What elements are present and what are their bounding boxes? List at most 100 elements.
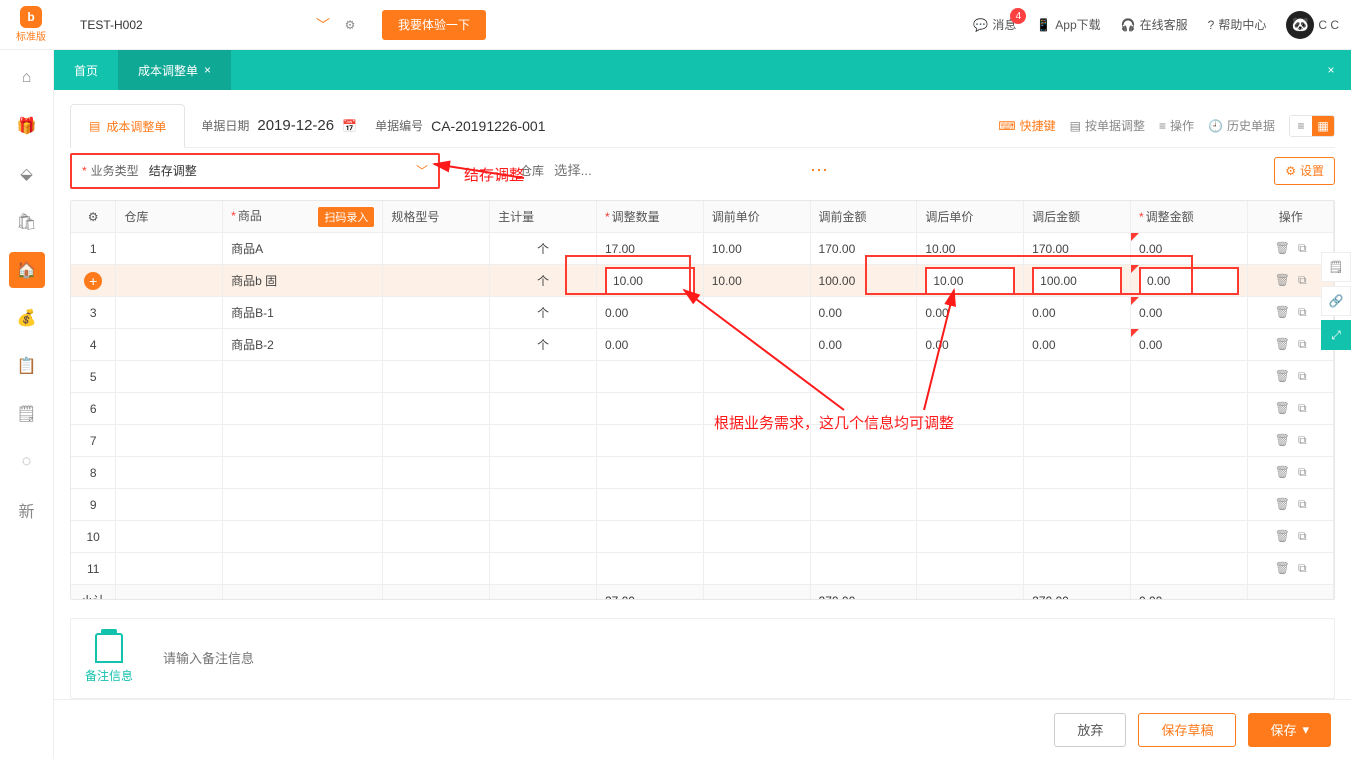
- copy-icon[interactable]: ⧉: [1298, 273, 1307, 287]
- table-row[interactable]: 6🗑⧉: [71, 393, 1334, 425]
- delete-icon[interactable]: 🗑: [1275, 497, 1290, 511]
- th-qty[interactable]: *调整数量: [596, 201, 703, 233]
- delete-icon[interactable]: 🗑: [1275, 433, 1290, 447]
- nav-ring-icon[interactable]: ◌: [9, 444, 45, 480]
- delete-icon[interactable]: 🗑: [1275, 561, 1290, 575]
- cell-warehouse[interactable]: [116, 489, 223, 521]
- cell-post-amt[interactable]: [1024, 457, 1131, 489]
- cell-pre-price[interactable]: [703, 553, 810, 585]
- dock-link-icon[interactable]: 🔗: [1321, 286, 1351, 316]
- th-warehouse[interactable]: 仓库: [116, 201, 223, 233]
- calendar-icon[interactable]: 📅: [342, 119, 357, 133]
- cell-warehouse[interactable]: [116, 233, 223, 265]
- cell-post-price[interactable]: [917, 457, 1024, 489]
- cell-product[interactable]: 商品B-1: [223, 297, 383, 329]
- cell-pre-price[interactable]: [703, 457, 810, 489]
- cell-pre-amt[interactable]: 100.00: [810, 265, 917, 297]
- cell-product[interactable]: [223, 361, 383, 393]
- copy-icon[interactable]: ⧉: [1298, 241, 1307, 255]
- cell-pre-price[interactable]: [703, 489, 810, 521]
- cell-adj-amt[interactable]: [1130, 489, 1247, 521]
- copy-icon[interactable]: ⧉: [1298, 305, 1307, 319]
- cell-warehouse[interactable]: [116, 553, 223, 585]
- cell-qty[interactable]: [596, 457, 703, 489]
- copy-icon[interactable]: ⧉: [1298, 561, 1307, 575]
- cell-product[interactable]: [223, 457, 383, 489]
- cell-warehouse[interactable]: [116, 265, 223, 297]
- nav-house-icon[interactable]: ⬙: [9, 156, 45, 192]
- cell-spec[interactable]: [383, 457, 490, 489]
- delete-icon[interactable]: 🗑: [1275, 529, 1290, 543]
- cell-adj-amt[interactable]: 0.00: [1130, 265, 1247, 297]
- cell-product[interactable]: [223, 489, 383, 521]
- cell-spec[interactable]: [383, 265, 490, 297]
- gear-icon[interactable]: ⚙: [338, 18, 362, 32]
- cell-post-amt[interactable]: [1024, 553, 1131, 585]
- close-icon[interactable]: ×: [204, 63, 211, 77]
- cell-post-price[interactable]: 0.00: [917, 297, 1024, 329]
- cell-qty[interactable]: 0.00: [596, 297, 703, 329]
- cell-pre-amt[interactable]: [810, 489, 917, 521]
- tabs-close-all[interactable]: ×: [1311, 50, 1351, 90]
- table-row[interactable]: 3商品B-1个0.000.000.000.000.00🗑⧉: [71, 297, 1334, 329]
- cell-warehouse[interactable]: [116, 457, 223, 489]
- copy-icon[interactable]: ⧉: [1298, 529, 1307, 543]
- nav-form-icon[interactable]: 🗒: [9, 396, 45, 432]
- help-center-link[interactable]: ? 帮助中心: [1208, 16, 1267, 33]
- cell-product[interactable]: 商品A: [223, 233, 383, 265]
- cell-qty[interactable]: [596, 425, 703, 457]
- cell-qty[interactable]: [596, 521, 703, 553]
- tab-home[interactable]: 首页: [54, 50, 118, 90]
- cell-warehouse[interactable]: [116, 361, 223, 393]
- cell-adj-amt[interactable]: 0.00: [1130, 329, 1247, 361]
- cell-pre-amt[interactable]: [810, 457, 917, 489]
- cell-post-price[interactable]: 0.00: [917, 329, 1024, 361]
- th-unit[interactable]: 主计量: [490, 201, 597, 233]
- cancel-button[interactable]: 放弃: [1054, 713, 1126, 747]
- cell-post-amt[interactable]: [1024, 393, 1131, 425]
- hotkey-link[interactable]: ⌨快捷键: [998, 117, 1055, 134]
- cell-post-amt[interactable]: 0.00: [1024, 329, 1131, 361]
- cell-pre-amt[interactable]: [810, 553, 917, 585]
- cell-spec[interactable]: [383, 297, 490, 329]
- copy-icon[interactable]: ⧉: [1298, 465, 1307, 479]
- add-row-icon[interactable]: +: [84, 272, 102, 290]
- th-gear[interactable]: ⚙: [71, 201, 116, 233]
- nav-warehouse-icon[interactable]: 🏠: [9, 252, 45, 288]
- cell-spec[interactable]: [383, 521, 490, 553]
- table-row[interactable]: 9🗑⧉: [71, 489, 1334, 521]
- th-pre-price[interactable]: 调前单价: [703, 201, 810, 233]
- th-spec[interactable]: 规格型号: [383, 201, 490, 233]
- cell-adj-amt[interactable]: [1130, 521, 1247, 553]
- cell-post-price[interactable]: [917, 489, 1024, 521]
- cell-warehouse[interactable]: [116, 297, 223, 329]
- cell-post-price[interactable]: 10.00: [917, 265, 1024, 297]
- cell-spec[interactable]: [383, 361, 490, 393]
- scan-button[interactable]: 扫码录入: [318, 207, 374, 227]
- cell-warehouse[interactable]: [116, 425, 223, 457]
- cell-post-amt[interactable]: 0.00: [1024, 297, 1131, 329]
- history-link[interactable]: 🕘历史单据: [1208, 117, 1275, 134]
- delete-icon[interactable]: 🗑: [1275, 241, 1290, 255]
- cell-qty[interactable]: [596, 361, 703, 393]
- table-row[interactable]: 10🗑⧉: [71, 521, 1334, 553]
- copy-icon[interactable]: ⧉: [1298, 497, 1307, 511]
- trial-button[interactable]: 我要体验一下: [382, 10, 486, 40]
- cell-spec[interactable]: [383, 489, 490, 521]
- table-row[interactable]: 8🗑⧉: [71, 457, 1334, 489]
- cell-adj-amt[interactable]: [1130, 361, 1247, 393]
- cell-pre-price[interactable]: 10.00: [703, 233, 810, 265]
- cell-adj-amt[interactable]: [1130, 457, 1247, 489]
- cell-pre-price[interactable]: 10.00: [703, 265, 810, 297]
- cell-adj-amt[interactable]: [1130, 425, 1247, 457]
- cell-post-price[interactable]: [917, 361, 1024, 393]
- cell-product[interactable]: 商品B-2: [223, 329, 383, 361]
- cell-post-amt[interactable]: [1024, 361, 1131, 393]
- table-row[interactable]: +商品b 固个10.0010.00100.0010.00100.000.00🗑⧉: [71, 265, 1334, 297]
- delete-icon[interactable]: 🗑: [1275, 273, 1290, 287]
- th-adj-amt[interactable]: *调整金额: [1130, 201, 1247, 233]
- copy-icon[interactable]: ⧉: [1298, 401, 1307, 415]
- messages-link[interactable]: 💬 消息 4: [973, 16, 1016, 33]
- table-row[interactable]: 7🗑⧉: [71, 425, 1334, 457]
- cell-adj-amt[interactable]: 0.00: [1130, 297, 1247, 329]
